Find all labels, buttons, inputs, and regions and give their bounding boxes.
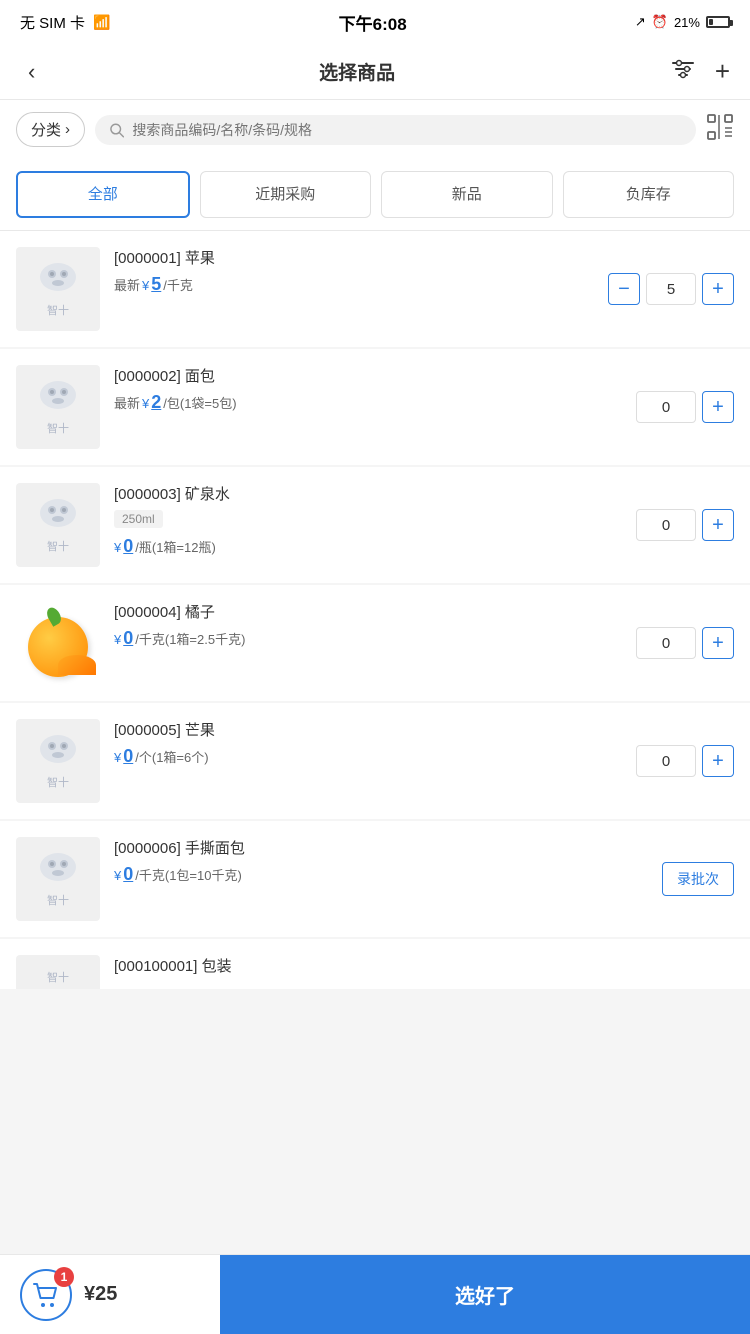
increase-button[interactable]: +	[702, 391, 734, 423]
cart-badge: 1	[54, 1267, 74, 1287]
product-image-apple: 智十	[16, 247, 100, 331]
product-image-partial: 智十	[16, 955, 100, 989]
bottom-bar: 1 ¥25 选好了	[0, 1254, 750, 1334]
quantity-control: +	[636, 627, 734, 659]
search-input[interactable]	[132, 122, 682, 138]
quantity-input[interactable]	[636, 745, 696, 777]
product-image-water: 智十	[16, 483, 100, 567]
cart-icon	[32, 1282, 60, 1308]
quantity-input[interactable]	[636, 509, 696, 541]
filter-tabs: 全部 近期采购 新品 负库存	[0, 159, 750, 231]
increase-button[interactable]: +	[702, 273, 734, 305]
search-icon	[109, 122, 124, 138]
quantity-input[interactable]	[636, 627, 696, 659]
product-name-partial: [000100001] 包装	[114, 955, 734, 976]
increase-button[interactable]: +	[702, 509, 734, 541]
status-left: 无 SIM 卡 📶	[20, 12, 110, 33]
increase-button[interactable]: +	[702, 745, 734, 777]
product-info: [0000005] 芒果 ¥ 0 /个(1箱=6个)	[114, 719, 622, 767]
product-image-bread: 智十	[16, 365, 100, 449]
battery-icon	[706, 16, 730, 28]
product-name: [0000005] 芒果	[114, 719, 622, 740]
nav-bar: ‹ 选择商品 +	[0, 44, 750, 100]
product-image-mango: 智十	[16, 719, 100, 803]
product-price: ¥ 0 /千克(1包=10千克)	[114, 864, 648, 885]
add-button[interactable]: +	[715, 56, 730, 87]
product-info: [0000004] 橘子 ¥ 0 /千克(1箱=2.5千克)	[114, 601, 622, 649]
status-right: ↗ ⏰ 21%	[635, 14, 730, 30]
carrier-text: 无 SIM 卡	[20, 12, 85, 33]
product-price: ¥ 0 /个(1箱=6个)	[114, 746, 622, 767]
product-price: 最新 ¥ 2 /包(1袋=5包)	[114, 392, 622, 413]
wifi-icon: 📶	[93, 14, 110, 31]
product-price: 最新 ¥ 5 /千克	[114, 274, 594, 295]
product-info: [0000003] 矿泉水 250ml ¥ 0 /瓶(1箱=12瓶)	[114, 483, 622, 557]
increase-button[interactable]: +	[702, 627, 734, 659]
product-price: ¥ 0 /瓶(1箱=12瓶)	[114, 536, 622, 557]
quantity-input[interactable]	[646, 273, 696, 305]
quantity-input[interactable]	[636, 391, 696, 423]
product-list: 智十 [0000001] 苹果 最新 ¥ 5 /千克 − +	[0, 231, 750, 989]
tab-recent-purchase[interactable]: 近期采购	[200, 171, 372, 218]
brand-logo-text: 智十	[47, 538, 69, 554]
tab-new-product[interactable]: 新品	[381, 171, 553, 218]
search-input-wrap[interactable]	[95, 115, 696, 145]
product-info: [0000006] 手撕面包 ¥ 0 /千克(1包=10千克)	[114, 837, 648, 885]
list-item: 智十 [0000005] 芒果 ¥ 0 /个(1箱=6个) +	[0, 703, 750, 819]
cart-button[interactable]: 1	[20, 1269, 72, 1321]
confirm-button[interactable]: 选好了	[220, 1255, 750, 1334]
quantity-control: +	[636, 509, 734, 541]
brand-logo-text: 智十	[47, 774, 69, 790]
quantity-control: − +	[608, 273, 734, 305]
decrease-button[interactable]: −	[608, 273, 640, 305]
quantity-control: +	[636, 391, 734, 423]
product-price: ¥ 0 /千克(1箱=2.5千克)	[114, 628, 622, 649]
list-item: [0000004] 橘子 ¥ 0 /千克(1箱=2.5千克) +	[0, 585, 750, 701]
quantity-control: +	[636, 745, 734, 777]
nav-actions: +	[671, 56, 730, 87]
page-title: 选择商品	[319, 58, 395, 85]
list-item: 智十 [0000003] 矿泉水 250ml ¥ 0 /瓶(1箱=12瓶) +	[0, 467, 750, 583]
product-spec: 250ml	[114, 510, 163, 528]
product-info-partial: [000100001] 包装	[114, 955, 734, 982]
product-info: [0000001] 苹果 最新 ¥ 5 /千克	[114, 247, 594, 295]
product-image-orange	[16, 601, 100, 685]
brand-logo-text: 智十	[47, 892, 69, 908]
search-bar: 分类 ›	[0, 100, 750, 159]
list-item-partial: 智十 [000100001] 包装	[0, 939, 750, 989]
battery-text: 21%	[674, 15, 700, 30]
tab-all[interactable]: 全部	[16, 171, 190, 218]
list-item: 智十 [0000001] 苹果 最新 ¥ 5 /千克 − +	[0, 231, 750, 347]
product-name: [0000006] 手撕面包	[114, 837, 648, 858]
status-time: 下午6:08	[339, 10, 407, 35]
product-name: [0000002] 面包	[114, 365, 622, 386]
tab-negative-stock[interactable]: 负库存	[563, 171, 735, 218]
scan-icon[interactable]	[706, 113, 734, 147]
quantity-control: 录批次	[662, 862, 734, 896]
alarm-icon: ⏰	[652, 14, 668, 30]
product-info: [0000002] 面包 最新 ¥ 2 /包(1袋=5包)	[114, 365, 622, 413]
record-batch-button[interactable]: 录批次	[662, 862, 734, 896]
back-button[interactable]: ‹	[20, 51, 43, 93]
category-button[interactable]: 分类 ›	[16, 112, 85, 147]
status-bar: 无 SIM 卡 📶 下午6:08 ↗ ⏰ 21%	[0, 0, 750, 44]
product-name: [0000001] 苹果	[114, 247, 594, 268]
filter-button[interactable]	[671, 58, 695, 86]
product-image-shred-bread: 智十	[16, 837, 100, 921]
product-name: [0000003] 矿泉水	[114, 483, 622, 504]
list-item: 智十 [0000002] 面包 最新 ¥ 2 /包(1袋=5包) +	[0, 349, 750, 465]
product-name: [0000004] 橘子	[114, 601, 622, 622]
cart-section: 1 ¥25	[0, 1269, 220, 1321]
brand-logo-text: 智十	[47, 420, 69, 436]
location-icon: ↗	[635, 14, 646, 30]
cart-total: ¥25	[84, 1283, 117, 1306]
brand-logo-text: 智十	[47, 302, 69, 318]
list-item: 智十 [0000006] 手撕面包 ¥ 0 /千克(1包=10千克) 录批次	[0, 821, 750, 937]
